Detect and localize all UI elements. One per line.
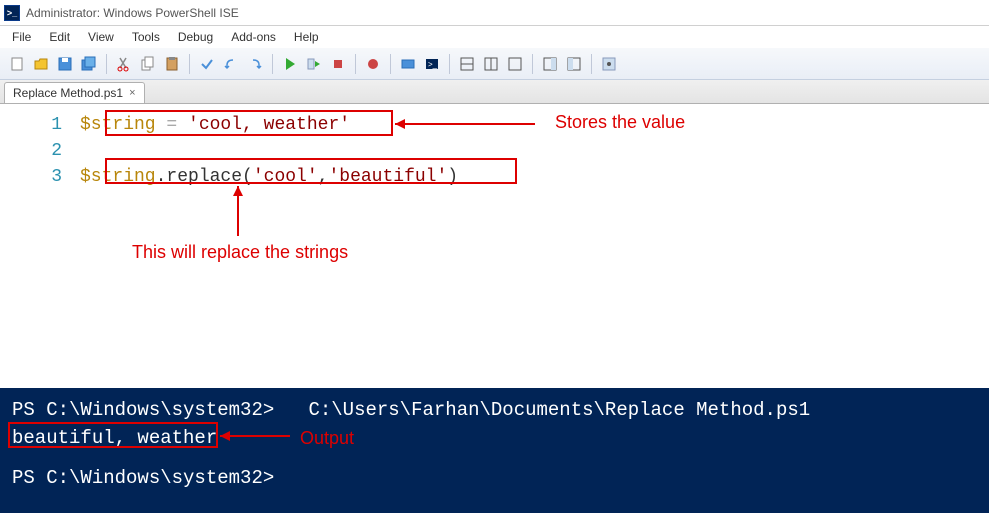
- window-title: Administrator: Windows PowerShell ISE: [26, 6, 239, 20]
- console-command: C:\Users\Farhan\Documents\Replace Method…: [308, 399, 810, 421]
- annotation-stores: Stores the value: [555, 112, 685, 133]
- run-icon[interactable]: [279, 53, 301, 75]
- string-token: 'cool, weather': [188, 115, 350, 135]
- new-icon[interactable]: [6, 53, 28, 75]
- app-icon: >_: [4, 5, 20, 21]
- undo-icon[interactable]: [220, 53, 242, 75]
- arrow-stores-icon: [395, 116, 545, 132]
- breakpoint-icon[interactable]: [362, 53, 384, 75]
- string-token: 'cool': [253, 167, 318, 187]
- copy-icon[interactable]: [137, 53, 159, 75]
- line-number: 2: [0, 141, 80, 161]
- toolbar-sep: [591, 54, 592, 74]
- console-line-1: PS C:\Windows\system32> C:\Users\Farhan\…: [12, 396, 977, 424]
- stop-icon[interactable]: [327, 53, 349, 75]
- save-icon[interactable]: [54, 53, 76, 75]
- variable-token: $string: [80, 115, 156, 135]
- arrow-output-icon: [220, 428, 298, 444]
- menu-file[interactable]: File: [4, 28, 39, 46]
- code-line-2: 2: [0, 138, 989, 164]
- line-number: 1: [0, 115, 80, 135]
- console-line-2: PS C:\Windows\system32>: [12, 464, 977, 492]
- toolbar-sep: [189, 54, 190, 74]
- saveall-icon[interactable]: [78, 53, 100, 75]
- cmdpane-icon[interactable]: [539, 53, 561, 75]
- remote-icon[interactable]: [397, 53, 419, 75]
- layout1-icon[interactable]: [456, 53, 478, 75]
- clear-icon[interactable]: [196, 53, 218, 75]
- toolbar-sep: [106, 54, 107, 74]
- layout2-icon[interactable]: [480, 53, 502, 75]
- comma-token: ,: [318, 167, 329, 187]
- tab-close-icon[interactable]: ×: [129, 87, 135, 99]
- run-selection-icon[interactable]: [303, 53, 325, 75]
- console-prompt: PS C:\Windows\system32>: [12, 467, 274, 489]
- menu-tools[interactable]: Tools: [124, 28, 168, 46]
- menu-edit[interactable]: Edit: [41, 28, 78, 46]
- options-icon[interactable]: [598, 53, 620, 75]
- menu-help[interactable]: Help: [286, 28, 327, 46]
- tabbar: Replace Method.ps1 ×: [0, 80, 989, 104]
- powershell-icon[interactable]: >_: [421, 53, 443, 75]
- console-pane[interactable]: PS C:\Windows\system32> C:\Users\Farhan\…: [0, 388, 989, 513]
- string-token: 'beautiful': [328, 167, 447, 187]
- layout3-icon[interactable]: [504, 53, 526, 75]
- paren-token: ): [447, 167, 458, 187]
- operator-token: =: [156, 115, 188, 135]
- method-token: .replace(: [156, 167, 253, 187]
- open-icon[interactable]: [30, 53, 52, 75]
- variable-token: $string: [80, 167, 156, 187]
- code-line-3: 3 $string.replace('cool','beautiful'): [0, 164, 989, 190]
- paste-icon[interactable]: [161, 53, 183, 75]
- redo-icon[interactable]: [244, 53, 266, 75]
- script-tab[interactable]: Replace Method.ps1 ×: [4, 82, 145, 103]
- titlebar: >_ Administrator: Windows PowerShell ISE: [0, 0, 989, 26]
- menu-addons[interactable]: Add-ons: [223, 28, 284, 46]
- cut-icon[interactable]: [113, 53, 135, 75]
- toolbar-sep: [355, 54, 356, 74]
- console-prompt: PS C:\Windows\system32>: [12, 399, 274, 421]
- toolbar: >_: [0, 48, 989, 80]
- cmdaddon-icon[interactable]: [563, 53, 585, 75]
- toolbar-sep: [390, 54, 391, 74]
- toolbar-sep: [532, 54, 533, 74]
- menubar: File Edit View Tools Debug Add-ons Help: [0, 26, 989, 48]
- annotation-replace: This will replace the strings: [132, 242, 348, 263]
- tab-label: Replace Method.ps1: [13, 86, 123, 100]
- toolbar-sep: [272, 54, 273, 74]
- arrow-replace-icon: [230, 186, 246, 244]
- toolbar-sep: [449, 54, 450, 74]
- menu-debug[interactable]: Debug: [170, 28, 221, 46]
- menu-view[interactable]: View: [80, 28, 122, 46]
- line-number: 3: [0, 167, 80, 187]
- console-output: beautiful, weather: [12, 424, 977, 452]
- svg-text:>_: >_: [428, 60, 438, 69]
- annotation-output: Output: [300, 424, 354, 452]
- editor-pane[interactable]: 1 $string = 'cool, weather' 2 3 $string.…: [0, 104, 989, 388]
